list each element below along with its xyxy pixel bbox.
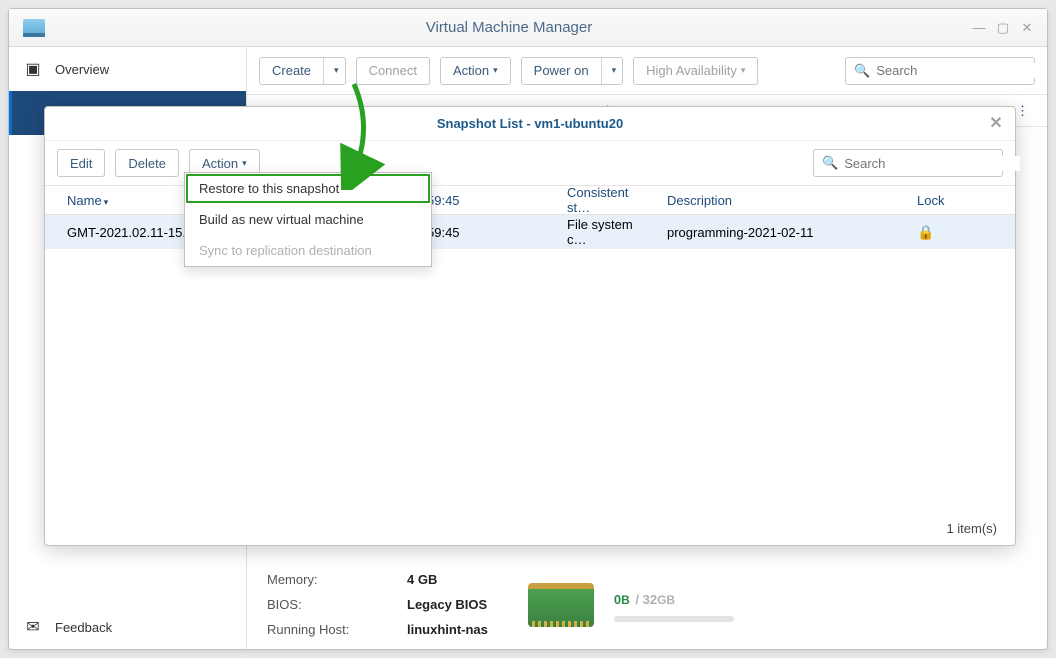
col-description[interactable]: Description [661,193,911,208]
memory-bar [614,616,734,622]
high-availability-button[interactable]: High Availability▾ [633,57,758,85]
overview-icon: ▣ [23,59,43,79]
dialog-title: Snapshot List - vm1-ubuntu20 ✕ [45,107,1015,141]
main-toolbar: Create▾ Connect Action▾ Power on▾ High A… [247,47,1047,95]
details-panel: Memory: 4 GB BIOS: Legacy BIOS Running H… [247,560,1047,649]
bios-label: BIOS: [267,597,407,612]
caret-down-icon: ▾ [242,158,247,169]
feedback-icon: ✉ [23,617,43,637]
bios-value: Legacy BIOS [407,597,488,612]
dialog-close-icon[interactable]: ✕ [985,113,1007,135]
sidebar-item-feedback[interactable]: ✉ Feedback [9,605,246,649]
main-search[interactable]: 🔍 [845,57,1035,85]
memory-label: Memory: [267,572,407,587]
col-time[interactable]: 59:45 [421,193,561,208]
caret-down-icon: ▾ [741,65,746,76]
dropdown-item-sync[interactable]: Sync to replication destination [185,235,431,266]
create-button[interactable]: Create▾ [259,57,346,85]
row-consistent: File system c… [561,217,661,247]
action-button[interactable]: Action▾ [440,57,511,85]
memory-usage: 0B / 32GB [614,587,734,610]
sort-desc-icon: ▾ [104,197,109,207]
power-on-button[interactable]: Power on▾ [521,57,623,85]
running-host-label: Running Host: [267,622,407,637]
action-dropdown: Restore to this snapshot Build as new vi… [184,172,432,267]
search-icon: 🔍 [854,63,870,79]
connect-button[interactable]: Connect [356,57,430,85]
maximize-icon[interactable]: ▢ [991,18,1015,38]
caret-down-icon: ▾ [328,65,345,76]
dialog-search[interactable]: 🔍 [813,149,1003,177]
window-title: Virtual Machine Manager [51,19,967,36]
row-description: programming-2021-02-11 [661,225,911,240]
dropdown-item-build[interactable]: Build as new virtual machine [185,204,431,235]
edit-button[interactable]: Edit [57,149,105,177]
caret-down-icon: ▾ [493,65,498,76]
sidebar-item-label: Feedback [55,620,112,635]
delete-button[interactable]: Delete [115,149,179,177]
dialog-footer: 1 item(s) [45,511,1015,545]
sidebar-item-label: Overview [55,62,109,77]
caret-down-icon: ▾ [606,65,623,76]
sidebar-item-overview[interactable]: ▣ Overview [9,47,246,91]
close-icon[interactable]: ✕ [1015,18,1039,38]
running-host-value: linuxhint-nas [407,622,488,637]
memory-value: 4 GB [407,572,488,587]
dropdown-item-restore[interactable]: Restore to this snapshot [185,173,431,204]
lock-icon: 🔒 [911,224,999,241]
dialog-search-input[interactable] [844,156,1020,171]
app-icon [23,19,45,37]
col-lock[interactable]: Lock [911,193,999,208]
search-icon: 🔍 [822,155,838,171]
row-time: 59:45 [421,225,561,240]
col-consistent[interactable]: Consistent st… [561,185,661,215]
minimize-icon[interactable]: — [967,18,991,38]
titlebar: Virtual Machine Manager — ▢ ✕ [9,9,1047,47]
memory-card-icon [528,583,594,627]
search-input[interactable] [876,63,1047,78]
